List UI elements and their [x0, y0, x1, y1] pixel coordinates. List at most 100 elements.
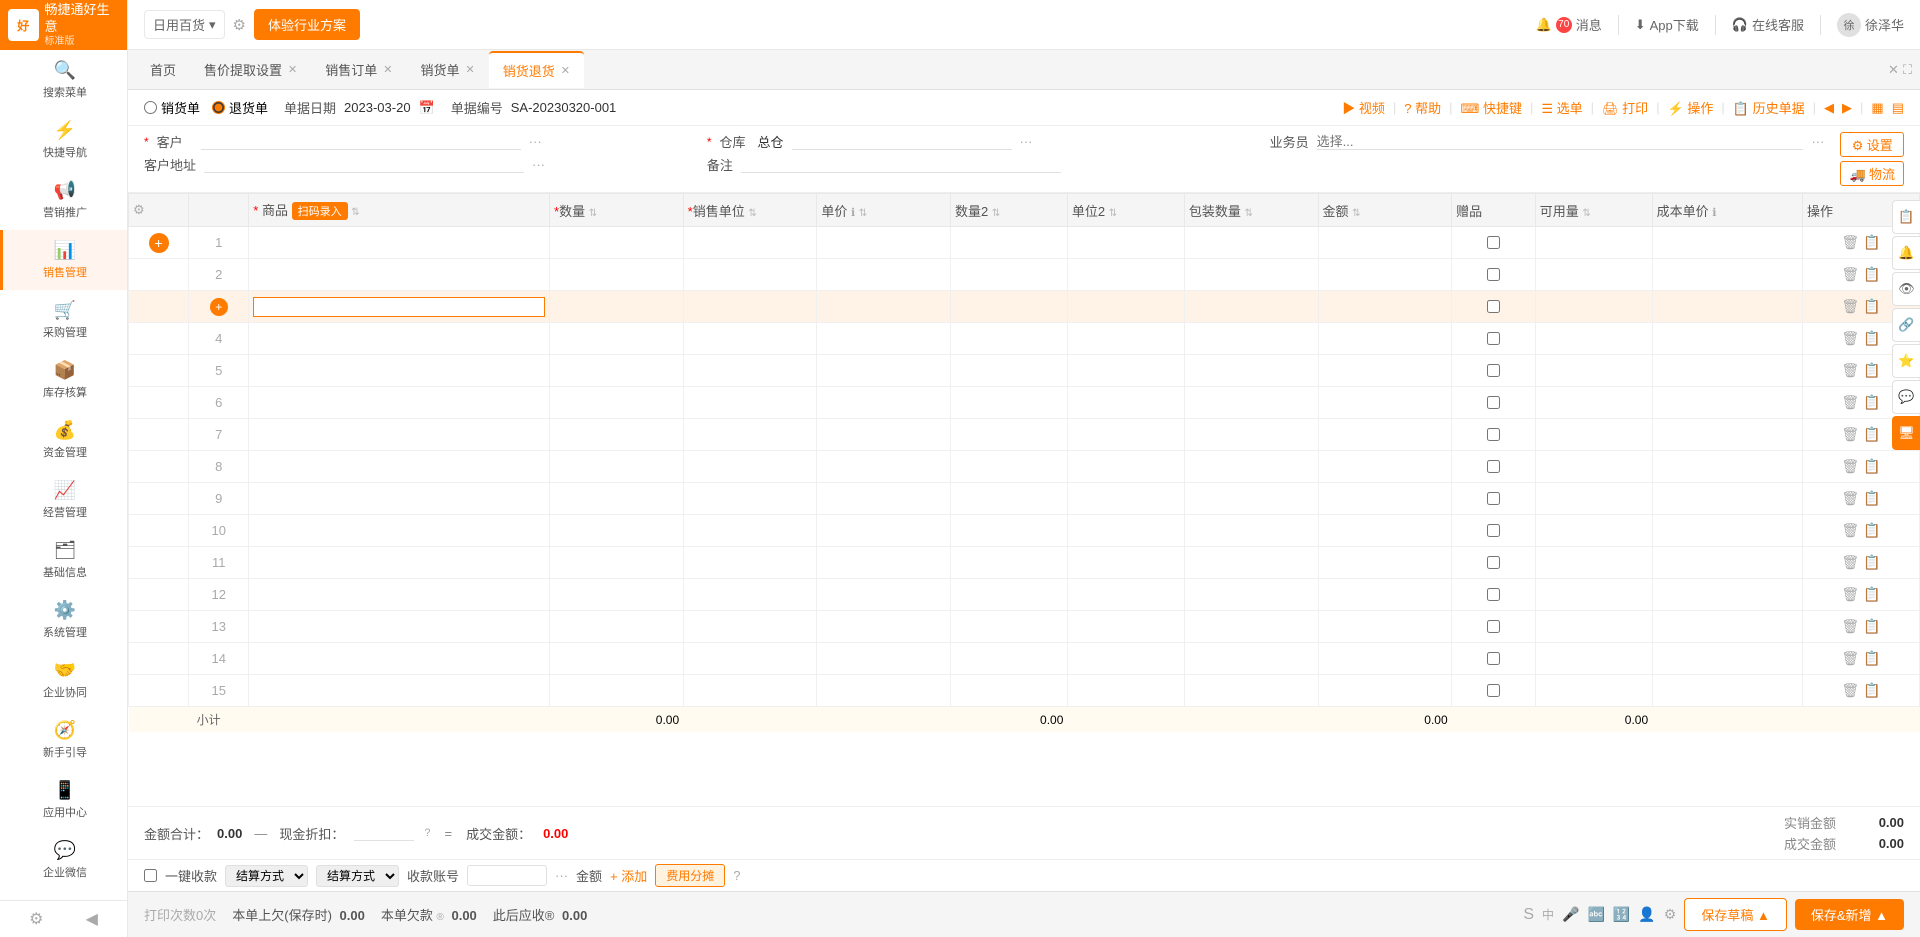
copy-icon[interactable]: 📋	[1863, 586, 1880, 603]
radio-sale[interactable]: 销货单	[144, 98, 200, 117]
account-dots[interactable]: ···	[555, 868, 568, 883]
sort-amount-icon[interactable]: ⇅	[1352, 208, 1360, 219]
radio-return-input[interactable]	[212, 101, 225, 114]
copy-icon[interactable]: 📋	[1863, 330, 1880, 347]
discount-input[interactable]	[354, 826, 414, 841]
sidebar-item-operation[interactable]: 📈 经营管理	[0, 470, 127, 530]
td-avail-3[interactable]	[1535, 291, 1652, 323]
delete-icon[interactable]: 🗑	[1841, 458, 1859, 475]
sort-avail-icon[interactable]: ⇅	[1582, 208, 1590, 219]
shortcut-btn[interactable]: ⌨ 快捷键	[1461, 98, 1522, 117]
sidebar-item-enterprise[interactable]: 🤝 企业协同	[0, 650, 127, 710]
sort-unit-icon[interactable]: ⇅	[748, 208, 756, 219]
sidebar-item-wechat[interactable]: 💬 企业微信	[0, 830, 127, 890]
scan-btn[interactable]: 扫码录入	[292, 202, 348, 220]
experience-btn[interactable]: 体验行业方案	[254, 9, 360, 40]
copy-icon-1[interactable]: 📋	[1863, 234, 1880, 251]
copy-icon[interactable]: 📋	[1863, 554, 1880, 571]
float-star-btn[interactable]: ⭐	[1892, 344, 1920, 378]
history-btn[interactable]: 📋 历史单据	[1733, 98, 1805, 117]
operation-btn[interactable]: ⚡ 操作	[1668, 98, 1714, 117]
sort-qty-icon[interactable]: ⇅	[589, 208, 597, 219]
help-btn[interactable]: ? 帮助	[1404, 98, 1441, 117]
gear-col-icon[interactable]: ⚙	[133, 202, 145, 217]
float-alert-btn[interactable]: 🔔	[1892, 236, 1920, 270]
tab-sale-return-close[interactable]: ✕	[561, 64, 570, 77]
copy-icon[interactable]: 📋	[1863, 618, 1880, 635]
sort-unit2-icon[interactable]: ⇅	[1109, 208, 1117, 219]
help-discount-icon[interactable]: ?	[424, 827, 430, 839]
translate-icon[interactable]: 🔤	[1587, 906, 1604, 923]
gift-checkbox-2[interactable]	[1487, 268, 1500, 281]
calc-icon[interactable]: 🔢	[1613, 906, 1630, 923]
copy-icon-2[interactable]: 📋	[1863, 266, 1880, 283]
cost-info-icon[interactable]: ℹ	[1712, 207, 1716, 219]
salesperson-input[interactable]	[1317, 134, 1804, 150]
sidebar-item-promotion[interactable]: 📢 营销推广	[0, 170, 127, 230]
gift-checkbox[interactable]	[1487, 620, 1500, 633]
copy-icon[interactable]: 📋	[1863, 458, 1880, 475]
gift-checkbox[interactable]	[1487, 332, 1500, 345]
delete-icon[interactable]: 🗑	[1841, 682, 1859, 699]
settings-side-btn[interactable]: ⚙ 设置	[1840, 132, 1904, 157]
gift-checkbox[interactable]	[1487, 652, 1500, 665]
tab-sale-delivery[interactable]: 销货单 ✕	[406, 52, 488, 87]
sort-price-icon[interactable]: ⇅	[859, 208, 867, 219]
settings-bottom-icon[interactable]: ⚙	[29, 909, 43, 929]
delete-icon[interactable]: 🗑	[1841, 586, 1859, 603]
delete-icon[interactable]: 🗑	[1841, 330, 1859, 347]
sidebar-item-guide[interactable]: 🧭 新手引导	[0, 710, 127, 770]
gift-checkbox[interactable]	[1487, 364, 1500, 377]
payment-help-icon[interactable]: ?	[733, 868, 740, 883]
delete-icon-3[interactable]: 🗑	[1841, 298, 1859, 315]
delete-icon[interactable]: 🗑	[1841, 618, 1859, 635]
gift-checkbox[interactable]	[1487, 460, 1500, 473]
tab-sale-return[interactable]: 销货退货 ✕	[489, 51, 584, 88]
message-btn[interactable]: 🔔 70 消息	[1536, 15, 1602, 34]
customer-input[interactable]	[201, 134, 521, 150]
copy-icon-3[interactable]: 📋	[1863, 298, 1880, 315]
tab-sale-price-close[interactable]: ✕	[288, 63, 297, 76]
radio-sale-input[interactable]	[144, 101, 157, 114]
th-gear[interactable]: ⚙	[129, 194, 189, 227]
address-dots[interactable]: ···	[532, 157, 545, 172]
copy-icon[interactable]: 📋	[1863, 522, 1880, 539]
add-payment-btn[interactable]: + 添加	[610, 866, 647, 885]
td-pkg-3[interactable]	[1184, 291, 1318, 323]
float-screen-btn[interactable]: 🖥	[1892, 416, 1920, 450]
copy-icon[interactable]: 📋	[1863, 650, 1880, 667]
copy-icon[interactable]: 📋	[1863, 362, 1880, 379]
copy-icon[interactable]: 📋	[1863, 490, 1880, 507]
date-value[interactable]: 2023-03-20	[344, 100, 411, 115]
list-view-icon[interactable]: ▤	[1892, 100, 1904, 116]
delete-icon[interactable]: 🗑	[1841, 362, 1859, 379]
delete-icon[interactable]: 🗑	[1841, 554, 1859, 571]
grid-view-icon[interactable]: ▦	[1871, 100, 1883, 116]
delete-icon[interactable]: 🗑	[1841, 522, 1859, 539]
select-btn[interactable]: ☰ 选单	[1541, 98, 1582, 117]
logistics-side-btn[interactable]: 🚚 物流	[1840, 161, 1904, 186]
save-new-btn[interactable]: 保存&新增 ▲	[1795, 899, 1904, 930]
tab-sale-delivery-close[interactable]: ✕	[466, 63, 475, 76]
sidebar-item-inventory[interactable]: 📦 库存核算	[0, 350, 127, 410]
tab-sale-price[interactable]: 售价提取设置 ✕	[190, 52, 311, 87]
float-link-btn[interactable]: 🔗	[1892, 308, 1920, 342]
print-btn[interactable]: 🖨 打印	[1602, 98, 1648, 117]
sidebar-item-shortcut[interactable]: ⚡ 快捷导航	[0, 110, 127, 170]
gift-checkbox-1[interactable]	[1487, 236, 1500, 249]
current-due-icon[interactable]: ®	[436, 912, 443, 923]
td-product-3[interactable]	[249, 291, 550, 323]
gift-checkbox-3[interactable]	[1487, 300, 1500, 313]
sidebar-item-search[interactable]: 🔍 搜索菜单	[0, 50, 127, 110]
td-unit2-3[interactable]	[1067, 291, 1184, 323]
salesperson-dots[interactable]: ···	[1811, 134, 1824, 149]
float-message-btn[interactable]: 💬	[1892, 380, 1920, 414]
sort-qty2-icon[interactable]: ⇅	[992, 208, 1000, 219]
app-download-btn[interactable]: ⬇ App下载	[1635, 15, 1699, 34]
calc-method-select[interactable]: 结算方式	[316, 865, 399, 887]
delete-icon[interactable]: 🗑	[1841, 650, 1859, 667]
float-eye-btn[interactable]: 👁	[1892, 272, 1920, 306]
gift-checkbox[interactable]	[1487, 428, 1500, 441]
video-btn[interactable]: ▶ 视频	[1342, 98, 1385, 117]
td-cost-3[interactable]	[1652, 291, 1802, 323]
